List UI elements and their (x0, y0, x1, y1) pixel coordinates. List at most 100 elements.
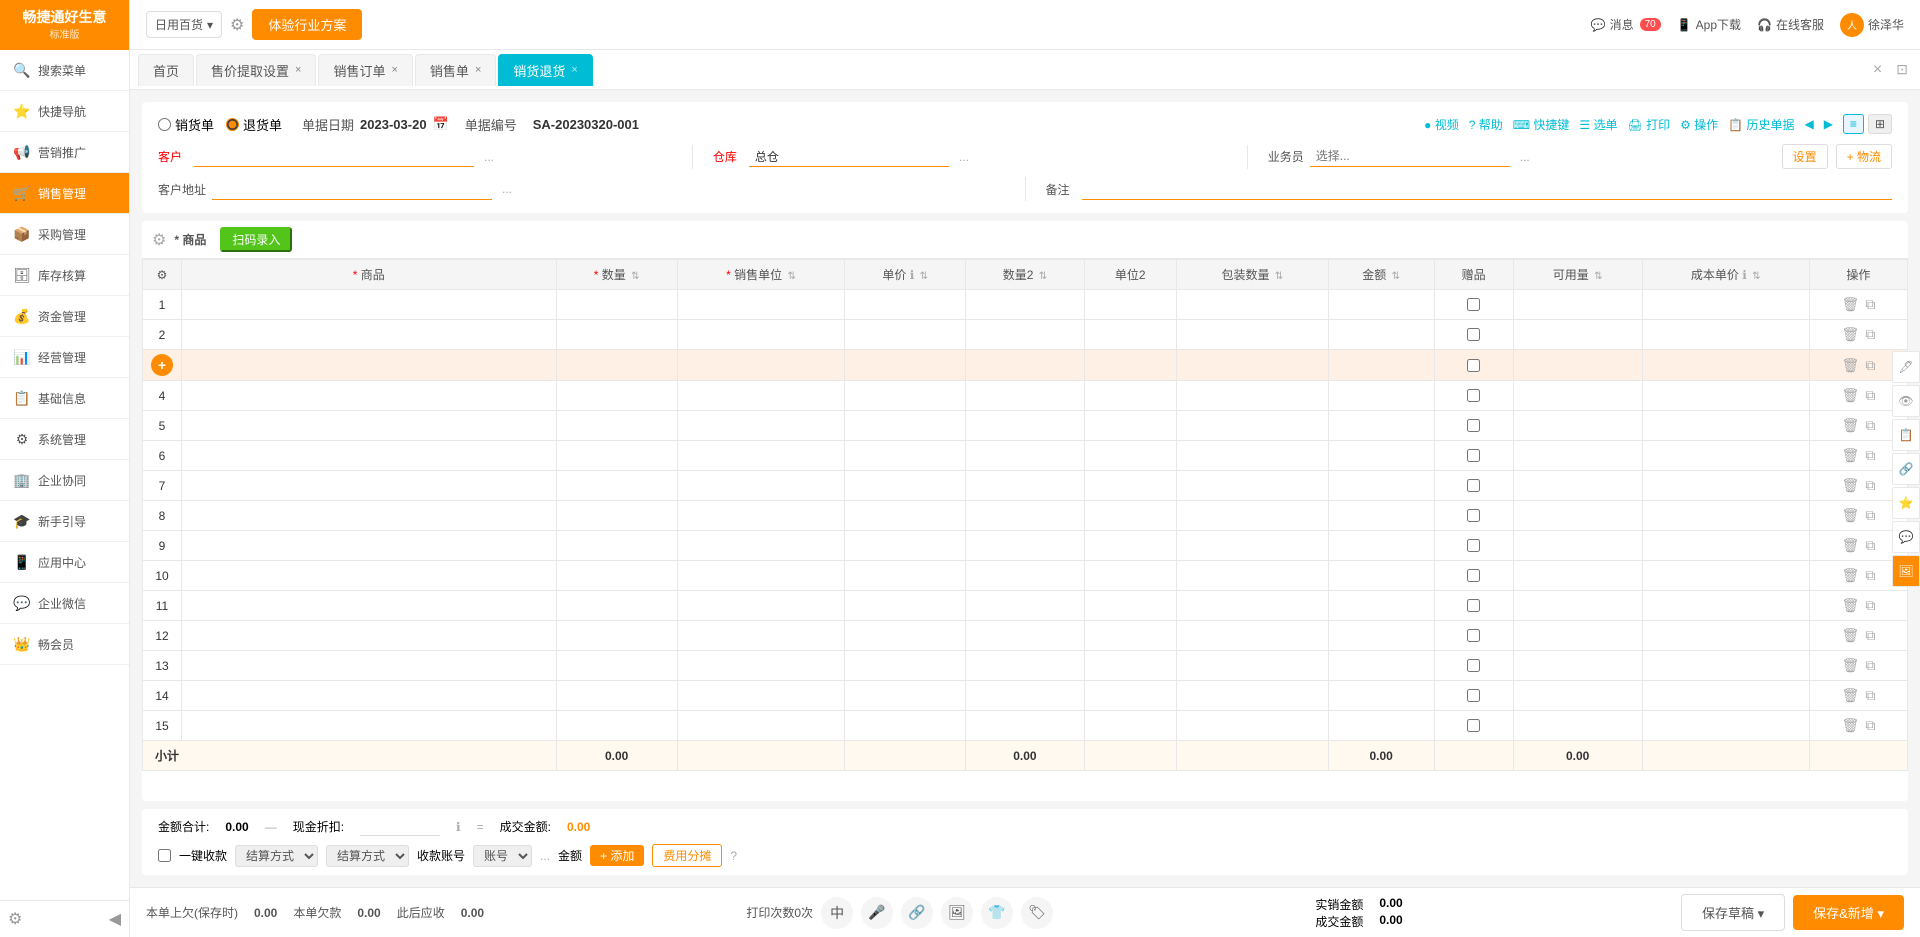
qty-cell-4[interactable] (556, 381, 677, 411)
shirt-icon[interactable]: 👕 (981, 897, 1013, 929)
gift-cell-12[interactable] (1434, 621, 1513, 651)
delete-btn-14[interactable]: 🗑 (1842, 687, 1860, 704)
delete-btn-5[interactable]: 🗑 (1842, 417, 1860, 434)
tab-close-sales-delivery[interactable]: × (475, 64, 481, 76)
qty-cell-10[interactable] (556, 561, 677, 591)
product-cell-7[interactable] (182, 471, 557, 501)
salesperson-more[interactable]: ... (1520, 150, 1530, 164)
gift-cell-15[interactable] (1434, 711, 1513, 741)
tab-close-sales-price[interactable]: × (295, 64, 301, 76)
pkg-cell-3[interactable] (1176, 350, 1328, 381)
side-action-5[interactable]: ⭐ (1892, 487, 1920, 519)
delete-btn-3[interactable]: 🗑 (1842, 357, 1860, 374)
sidebar-item-enterprise[interactable]: 🏢企业协同 (0, 460, 129, 501)
account-select[interactable]: 账号 (473, 845, 532, 867)
sidebar-item-apps[interactable]: 📱应用中心 (0, 542, 129, 583)
side-action-1[interactable]: 🖋 (1892, 351, 1920, 383)
unit-cell-11[interactable] (677, 591, 844, 621)
cost-info-icon[interactable]: ℹ (1742, 268, 1747, 282)
help-link[interactable]: ? 帮助 (1469, 116, 1503, 133)
amount-cell-12[interactable] (1328, 621, 1434, 651)
avail-cell-8[interactable] (1513, 501, 1642, 531)
sidebar-item-operation[interactable]: 📊经营管理 (0, 337, 129, 378)
save-btn[interactable]: 保存&新增 ▾ (1793, 895, 1904, 930)
salesperson-input[interactable] (1310, 146, 1510, 167)
unit2-cell-7[interactable] (1084, 471, 1176, 501)
price-cell-11[interactable] (845, 591, 966, 621)
grid-view-btn[interactable]: ≡ (1843, 114, 1864, 134)
qty2-cell-12[interactable] (966, 621, 1085, 651)
qty-cell-2[interactable] (556, 320, 677, 350)
cost-cell-8[interactable] (1642, 501, 1809, 531)
tab-sales-return[interactable]: 销货退货× (498, 54, 592, 86)
avail-cell-3[interactable] (1513, 350, 1642, 381)
gift-checkbox-14[interactable] (1467, 689, 1480, 702)
pkg-cell-13[interactable] (1176, 651, 1328, 681)
product-cell-15[interactable] (182, 711, 557, 741)
tab-close-sales-order[interactable]: × (391, 64, 397, 76)
remark-input[interactable] (1082, 179, 1893, 200)
unit2-cell-2[interactable] (1084, 320, 1176, 350)
gift-cell-9[interactable] (1434, 531, 1513, 561)
copy-btn-15[interactable]: ⧉ (1865, 717, 1875, 734)
cost-cell-7[interactable] (1642, 471, 1809, 501)
product-cell-14[interactable] (182, 681, 557, 711)
price-cell-6[interactable] (845, 441, 966, 471)
gift-cell-1[interactable] (1434, 290, 1513, 320)
sidebar-item-search[interactable]: 🔍搜索菜单 (0, 50, 129, 91)
delete-btn-15[interactable]: 🗑 (1842, 717, 1860, 734)
qty2-cell-1[interactable] (966, 290, 1085, 320)
gift-checkbox-6[interactable] (1467, 449, 1480, 462)
pkg-cell-4[interactable] (1176, 381, 1328, 411)
price-cell-1[interactable] (845, 290, 966, 320)
gift-cell-14[interactable] (1434, 681, 1513, 711)
gift-checkbox-5[interactable] (1467, 419, 1480, 432)
side-action-2[interactable]: 👁 (1892, 385, 1920, 417)
amount-cell-5[interactable] (1328, 411, 1434, 441)
qty2-cell-6[interactable] (966, 441, 1085, 471)
avail-cell-9[interactable] (1513, 531, 1642, 561)
add-row-btn[interactable]: + (151, 354, 173, 376)
prev-icon[interactable]: ◀ (1804, 117, 1813, 131)
qty2-cell-11[interactable] (966, 591, 1085, 621)
gift-checkbox-12[interactable] (1467, 629, 1480, 642)
pkg-sort-icon[interactable]: ⇅ (1275, 271, 1283, 282)
copy-btn-9[interactable]: ⧉ (1865, 537, 1875, 554)
qty-cell-13[interactable] (556, 651, 677, 681)
sidebar-item-basic[interactable]: 📋基础信息 (0, 378, 129, 419)
copy-btn-4[interactable]: ⧉ (1865, 387, 1875, 404)
copy-btn-6[interactable]: ⧉ (1865, 447, 1875, 464)
qty-cell-6[interactable] (556, 441, 677, 471)
product-cell-11[interactable] (182, 591, 557, 621)
discount-input[interactable] (360, 817, 440, 836)
cost-cell-5[interactable] (1642, 411, 1809, 441)
radio-return-input[interactable] (226, 118, 239, 131)
unit2-cell-9[interactable] (1084, 531, 1176, 561)
delete-btn-10[interactable]: 🗑 (1842, 567, 1860, 584)
sidebar-item-system[interactable]: ⚙系统管理 (0, 419, 129, 460)
gift-checkbox-2[interactable] (1467, 328, 1480, 341)
amount-cell-4[interactable] (1328, 381, 1434, 411)
product-cell-5[interactable] (182, 411, 557, 441)
download-item[interactable]: 📱 App下载 (1677, 16, 1741, 33)
trial-button[interactable]: 体验行业方案 (252, 9, 362, 40)
product-cell-1[interactable] (182, 290, 557, 320)
sidebar-item-wechat[interactable]: 💬企业微信 (0, 583, 129, 624)
gift-checkbox-1[interactable] (1467, 298, 1480, 311)
avail-cell-7[interactable] (1513, 471, 1642, 501)
scan-btn[interactable]: 扫码录入 (220, 227, 292, 252)
copy-btn-10[interactable]: ⧉ (1865, 567, 1875, 584)
image-icon[interactable]: 🖼 (941, 897, 973, 929)
copy-btn-3[interactable]: ⧉ (1865, 357, 1875, 374)
cost-cell-1[interactable] (1642, 290, 1809, 320)
unit-cell-8[interactable] (677, 501, 844, 531)
table-view-btn[interactable]: ⊞ (1868, 114, 1892, 134)
customer-more[interactable]: ... (484, 150, 494, 164)
price-info-icon[interactable]: ℹ (910, 268, 915, 282)
unit-cell-1[interactable] (677, 290, 844, 320)
qty-cell-7[interactable] (556, 471, 677, 501)
qty-cell-3[interactable] (556, 350, 677, 381)
qty2-cell-8[interactable] (966, 501, 1085, 531)
qty2-cell-14[interactable] (966, 681, 1085, 711)
unit-cell-4[interactable] (677, 381, 844, 411)
